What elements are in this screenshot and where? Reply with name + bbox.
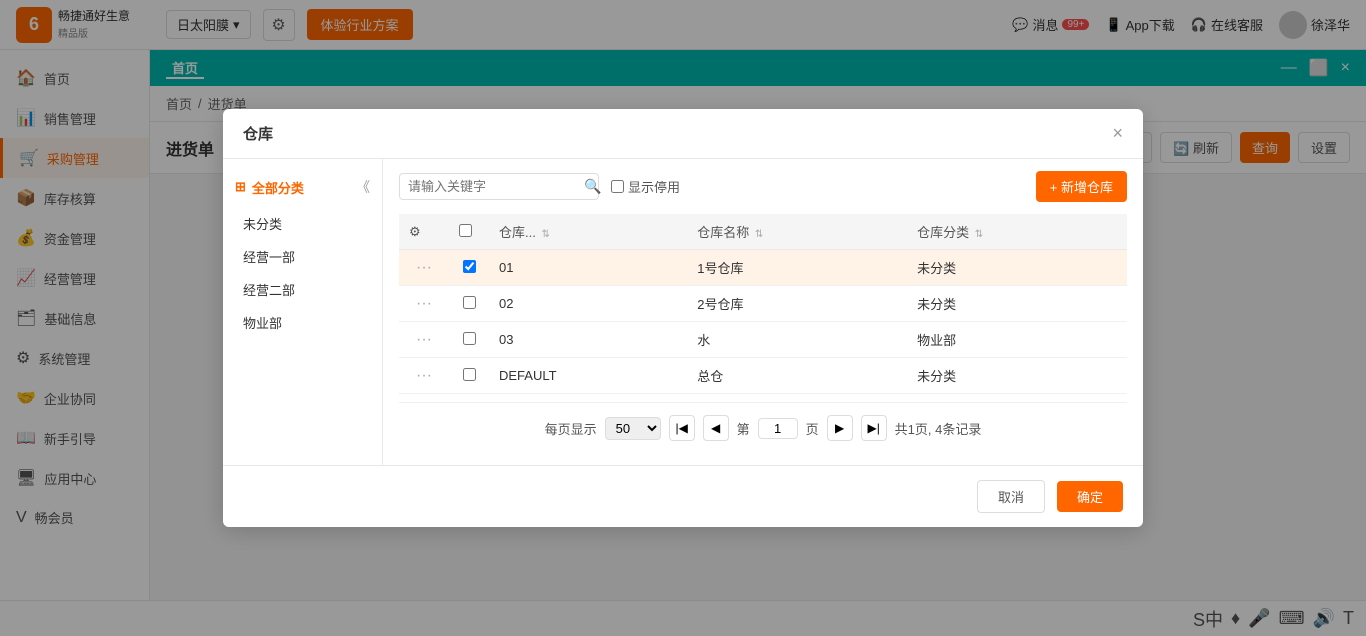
dialog-body: ⊞ 全部分类 《 未分类 经营一部 经营二部 物业部 🔍 — [223, 159, 1143, 465]
category-all[interactable]: ⊞ 全部分类 — [235, 178, 304, 197]
per-page-label: 每页显示 — [545, 419, 597, 438]
warehouse-dialog: 仓库 × ⊞ 全部分类 《 未分类 经营一部 经营二部 物业部 — [223, 109, 1143, 527]
collapse-button[interactable]: 《 — [356, 177, 370, 197]
table-row: ··· 03 水 物业部 — [399, 322, 1127, 358]
search-icon: 🔍 — [584, 178, 601, 195]
category-item-unclassified[interactable]: 未分类 — [223, 207, 382, 240]
row-checkbox[interactable] — [463, 332, 476, 345]
row-more-dots[interactable]: ··· — [416, 259, 432, 276]
row-name-cell: 2号仓库 — [687, 286, 907, 322]
row-name-cell: 总仓 — [687, 358, 907, 394]
row-category-cell: 未分类 — [907, 250, 1127, 286]
category-all-label: 全部分类 — [252, 178, 304, 197]
row-more-dots[interactable]: ··· — [416, 331, 432, 348]
row-name-cell: 水 — [687, 322, 907, 358]
table-body: ··· 01 1号仓库 未分类 ··· 02 2号仓库 未分类 ··· — [399, 250, 1127, 394]
row-gear-cell: ··· — [399, 250, 449, 286]
row-category-cell: 未分类 — [907, 286, 1127, 322]
category-panel: ⊞ 全部分类 《 未分类 经营一部 经营二部 物业部 — [223, 159, 383, 465]
category-item-property[interactable]: 物业部 — [223, 306, 382, 339]
show-disabled-checkbox[interactable] — [611, 180, 624, 193]
row-code-cell: 02 — [489, 286, 687, 322]
add-warehouse-button[interactable]: + 新增仓库 — [1036, 171, 1127, 202]
show-disabled-text: 显示停用 — [628, 177, 680, 196]
show-disabled-label[interactable]: 显示停用 — [611, 177, 680, 196]
toolbar-left: 🔍 显示停用 — [399, 173, 680, 200]
category-item-dept2[interactable]: 经营二部 — [223, 273, 382, 306]
row-checkbox[interactable] — [463, 368, 476, 381]
first-page-button[interactable]: |◀ — [669, 415, 695, 441]
search-box: 🔍 — [399, 173, 599, 200]
row-check-cell — [449, 322, 489, 358]
row-name-cell: 1号仓库 — [687, 250, 907, 286]
next-page-button[interactable]: ▶ — [827, 415, 853, 441]
row-category-cell: 物业部 — [907, 322, 1127, 358]
category-item-dept1[interactable]: 经营一部 — [223, 240, 382, 273]
page-label: 第 — [737, 419, 750, 438]
row-checkbox[interactable] — [463, 296, 476, 309]
col-header-name: 仓库名称 ⇅ — [687, 214, 907, 250]
confirm-button[interactable]: 确定 — [1057, 481, 1123, 512]
row-check-cell — [449, 250, 489, 286]
per-page-select[interactable]: 50 20 100 — [605, 417, 661, 440]
modal-overlay: 仓库 × ⊞ 全部分类 《 未分类 经营一部 经营二部 物业部 — [0, 0, 1366, 636]
select-all-checkbox[interactable] — [459, 224, 472, 237]
row-more-dots[interactable]: ··· — [416, 367, 432, 384]
dialog-title: 仓库 — [243, 123, 273, 144]
page-unit: 页 — [806, 419, 819, 438]
dialog-footer: 取消 确定 — [223, 465, 1143, 527]
row-check-cell — [449, 286, 489, 322]
sort-icon-code: ⇅ — [541, 229, 549, 240]
prev-page-button[interactable]: ◀ — [703, 415, 729, 441]
col-header-category: 仓库分类 ⇅ — [907, 214, 1127, 250]
cancel-button[interactable]: 取消 — [977, 480, 1045, 513]
dialog-header: 仓库 × — [223, 109, 1143, 159]
row-check-cell — [449, 358, 489, 394]
sort-icon-name: ⇅ — [755, 229, 763, 240]
col-header-gear: ⚙ — [399, 214, 449, 250]
row-code-cell: DEFAULT — [489, 358, 687, 394]
row-gear-cell: ··· — [399, 358, 449, 394]
table-toolbar: 🔍 显示停用 + 新增仓库 — [399, 171, 1127, 202]
col-header-code: 仓库... ⇅ — [489, 214, 687, 250]
gear-col-icon: ⚙ — [409, 224, 421, 239]
total-label: 共1页, 4条记录 — [895, 419, 982, 438]
row-code-cell: 03 — [489, 322, 687, 358]
table-row: ··· DEFAULT 总仓 未分类 — [399, 358, 1127, 394]
category-header: ⊞ 全部分类 《 — [223, 171, 382, 207]
page-input[interactable] — [758, 418, 798, 439]
search-input[interactable] — [408, 179, 584, 194]
dialog-close-button[interactable]: × — [1112, 123, 1123, 144]
warehouse-table: ⚙ 仓库... ⇅ 仓库名称 ⇅ — [399, 214, 1127, 394]
table-panel: 🔍 显示停用 + 新增仓库 ⚙ — [383, 159, 1143, 465]
grid-icon: ⊞ — [235, 179, 246, 195]
table-header-row: ⚙ 仓库... ⇅ 仓库名称 ⇅ — [399, 214, 1127, 250]
sort-icon-category: ⇅ — [975, 229, 983, 240]
pagination: 每页显示 50 20 100 |◀ ◀ 第 页 ▶ ▶| 共1页, 4条记录 — [399, 402, 1127, 453]
row-more-dots[interactable]: ··· — [416, 295, 432, 312]
col-header-check — [449, 214, 489, 250]
row-category-cell: 未分类 — [907, 358, 1127, 394]
row-code-cell: 01 — [489, 250, 687, 286]
table-row: ··· 01 1号仓库 未分类 — [399, 250, 1127, 286]
last-page-button[interactable]: ▶| — [861, 415, 887, 441]
row-gear-cell: ··· — [399, 322, 449, 358]
row-checkbox[interactable] — [463, 260, 476, 273]
row-gear-cell: ··· — [399, 286, 449, 322]
table-row: ··· 02 2号仓库 未分类 — [399, 286, 1127, 322]
